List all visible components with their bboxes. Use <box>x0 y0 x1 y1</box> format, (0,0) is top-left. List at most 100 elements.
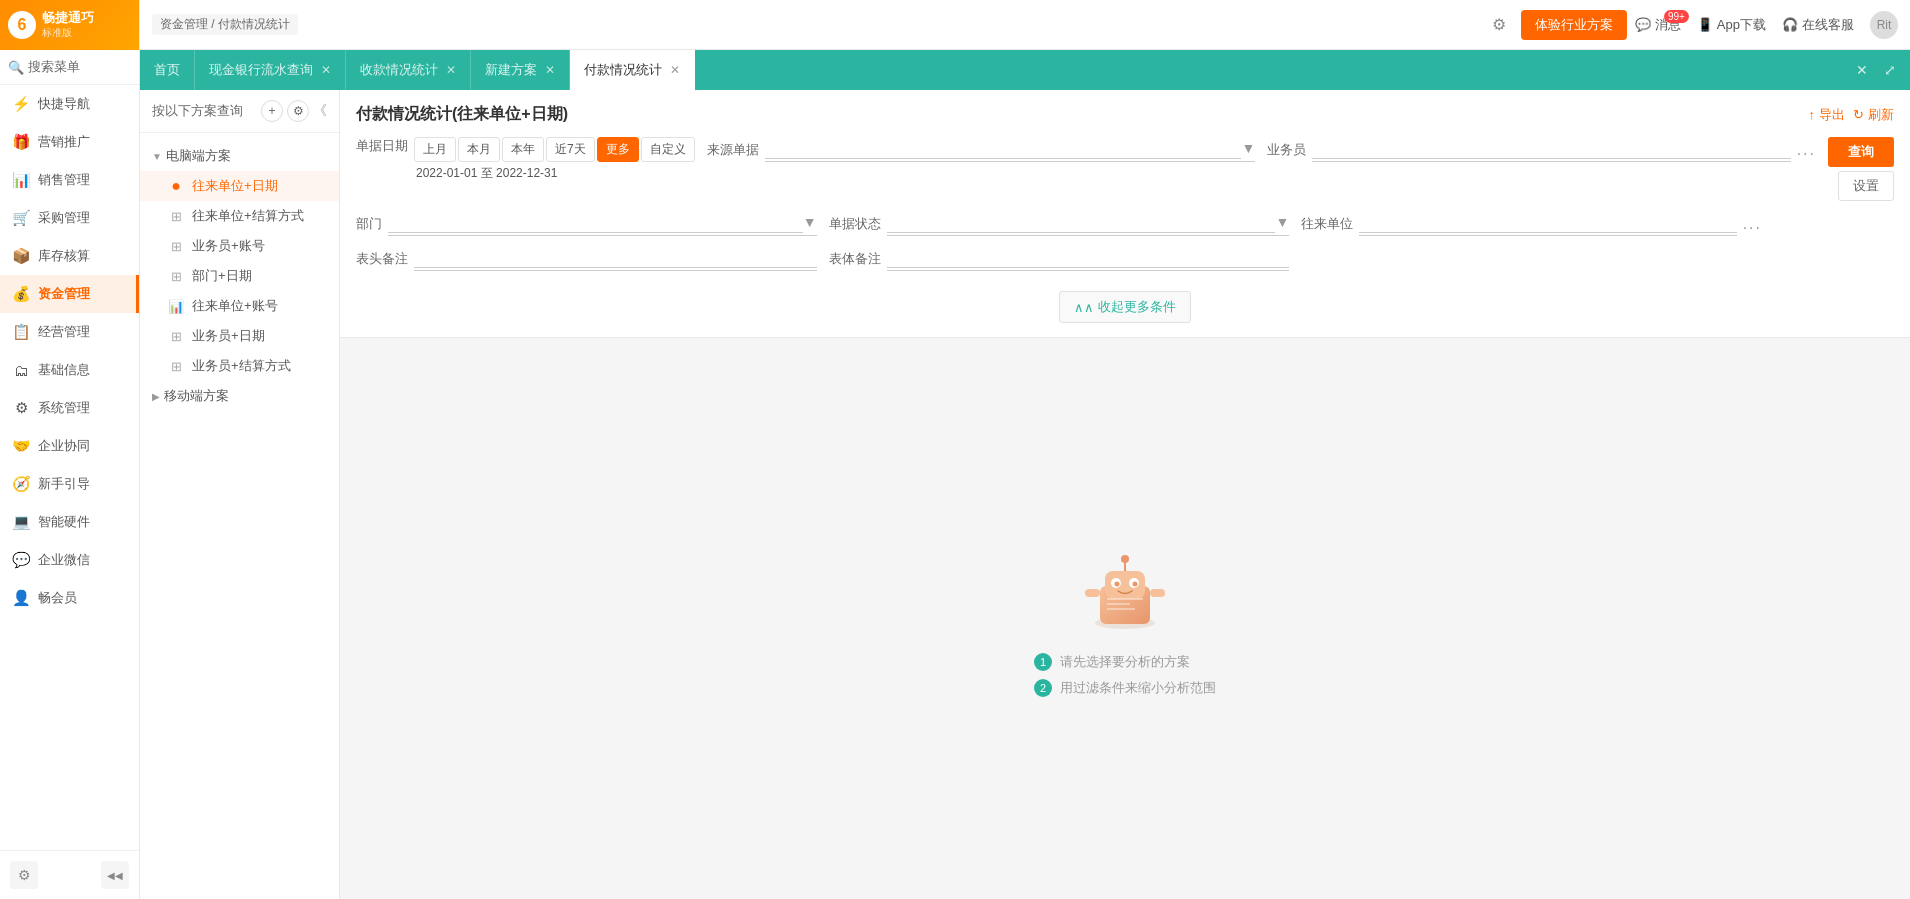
query-button[interactable]: 查询 <box>1828 137 1894 167</box>
empty-state: 1 请先选择要分析的方案 2 用过滤条件来缩小分析范围 <box>1034 541 1216 697</box>
source-input[interactable] <box>765 137 1242 159</box>
refresh-label: 刷新 <box>1868 106 1894 124</box>
trial-button[interactable]: 体验行业方案 <box>1521 10 1627 40</box>
sidebar-item-purchase[interactable]: 🛒 采购管理 <box>0 199 139 237</box>
data-area: 1 请先选择要分析的方案 2 用过滤条件来缩小分析范围 <box>340 338 1910 899</box>
home-label: 首页 <box>154 61 180 79</box>
partner-label: 往来单位 <box>1301 215 1353 233</box>
sidebar-item-hardware[interactable]: 💻 智能硬件 <box>0 503 139 541</box>
partner-date-label: 往来单位+日期 <box>192 177 327 195</box>
sidebar-item-system[interactable]: ⚙ 系统管理 <box>0 389 139 427</box>
sidebar-item-sales[interactable]: 📊 销售管理 <box>0 161 139 199</box>
sidebar-header: 6 畅捷通巧 标准版 <box>0 0 139 50</box>
partner-more-button[interactable]: ... <box>1743 215 1762 233</box>
date-btn-this-year[interactable]: 本年 <box>502 137 544 162</box>
salesman-more-button[interactable]: ... <box>1797 141 1816 159</box>
sidebar-item-label: 智能硬件 <box>38 513 90 531</box>
sidebar-item-operation[interactable]: 📋 经营管理 <box>0 313 139 351</box>
headset-icon: 🎧 <box>1782 17 1798 32</box>
refresh-button[interactable]: ↻ 刷新 <box>1853 106 1894 124</box>
sidebar-item-member[interactable]: 👤 畅会员 <box>0 579 139 617</box>
scheme-item-dept-date[interactable]: ⊞ 部门+日期 <box>140 261 339 291</box>
tab-collection-label: 收款情况统计 <box>360 61 438 79</box>
sidebar-item-funds[interactable]: 💰 资金管理 <box>0 275 139 313</box>
source-dropdown-icon[interactable]: ▼ <box>1241 140 1255 156</box>
tab-collection[interactable]: 收款情况统计 ✕ <box>346 50 471 90</box>
marketing-icon: 🎁 <box>12 133 30 151</box>
sidebar-item-basic[interactable]: 🗂 基础信息 <box>0 351 139 389</box>
tab-cash-flow[interactable]: 现金银行流水查询 ✕ <box>195 50 346 90</box>
sidebar-item-wechat[interactable]: 💬 企业微信 <box>0 541 139 579</box>
date-btn-custom[interactable]: 自定义 <box>641 137 695 162</box>
filter-settings-button[interactable]: 设置 <box>1838 171 1894 201</box>
empty-hints: 1 请先选择要分析的方案 2 用过滤条件来缩小分析范围 <box>1034 653 1216 697</box>
scheme-add-button[interactable]: + <box>261 100 283 122</box>
inventory-icon: 📦 <box>12 247 30 265</box>
desktop-group-header[interactable]: ▼ 电脑端方案 <box>140 141 339 171</box>
hint-num-2: 2 <box>1034 679 1052 697</box>
sidebar-item-quicknav[interactable]: ⚡ 快捷导航 <box>0 85 139 123</box>
partner-input[interactable] <box>1359 211 1736 233</box>
sidebar-item-collab[interactable]: 🤝 企业协同 <box>0 427 139 465</box>
tab-home[interactable]: 首页 <box>140 50 195 90</box>
scheme-panel-actions: + ⚙ 《 <box>261 100 327 122</box>
tab-collection-close[interactable]: ✕ <box>446 64 456 76</box>
scheme-item-partner-settle[interactable]: ⊞ 往来单位+结算方式 <box>140 201 339 231</box>
salesman-date-icon: ⊞ <box>168 328 184 344</box>
tab-payment-stat-close[interactable]: ✕ <box>670 64 680 76</box>
export-label: 导出 <box>1819 106 1845 124</box>
scheme-item-salesman-date[interactable]: ⊞ 业务员+日期 <box>140 321 339 351</box>
sidebar-item-guide[interactable]: 🧭 新手引导 <box>0 465 139 503</box>
date-btn-this-month[interactable]: 本月 <box>458 137 500 162</box>
message-button[interactable]: 💬 消息 99+ <box>1635 16 1681 34</box>
salesman-input[interactable] <box>1312 137 1790 159</box>
tabbar-spacer <box>695 50 1842 90</box>
user-avatar[interactable]: Rit <box>1870 11 1898 39</box>
online-service-button[interactable]: 🎧 在线客服 <box>1782 16 1854 34</box>
tab-new-scheme[interactable]: 新建方案 ✕ <box>471 50 570 90</box>
breadcrumb-text: 资金管理 / 付款情况统计 <box>152 14 298 35</box>
search-menu[interactable]: 🔍 搜索菜单 <box>0 50 139 85</box>
dept-input[interactable] <box>388 211 803 233</box>
topbar-settings-button[interactable]: ⚙ <box>1485 11 1513 39</box>
filter-area: 付款情况统计(往来单位+日期) ↑ 导出 ↻ 刷新 <box>340 90 1910 338</box>
sidebar-collapse-button[interactable]: ◀◀ <box>101 861 129 889</box>
scheme-collapse-button[interactable]: 《 <box>313 102 327 120</box>
scheme-item-partner-date[interactable]: ● 往来单位+日期 <box>140 171 339 201</box>
svg-rect-2 <box>1105 571 1145 599</box>
export-icon: ↑ <box>1809 107 1816 122</box>
tab-new-scheme-label: 新建方案 <box>485 61 537 79</box>
memo-header-input[interactable] <box>414 246 817 268</box>
tab-cash-flow-close[interactable]: ✕ <box>321 64 331 76</box>
partner-account-label: 往来单位+账号 <box>192 297 327 315</box>
date-btn-last-month[interactable]: 上月 <box>414 137 456 162</box>
sidebar-item-label: 畅会员 <box>38 589 77 607</box>
salesman-settle-label: 业务员+结算方式 <box>192 357 327 375</box>
tab-payment-stat[interactable]: 付款情况统计 ✕ <box>570 50 695 90</box>
mobile-group-header[interactable]: ▶ 移动端方案 <box>140 381 339 411</box>
tabbar-actions: ✕ ⤢ <box>1842 50 1910 90</box>
tab-expand-button[interactable]: ⤢ <box>1878 58 1902 82</box>
scheme-settings-button[interactable]: ⚙ <box>287 100 309 122</box>
voucher-status-input[interactable] <box>887 211 1276 233</box>
quicknav-icon: ⚡ <box>12 95 30 113</box>
scheme-item-salesman-account[interactable]: ⊞ 业务员+账号 <box>140 231 339 261</box>
scheme-item-salesman-settle[interactable]: ⊞ 业务员+结算方式 <box>140 351 339 381</box>
voucher-date-label: 单据日期 <box>356 137 408 155</box>
desktop-scheme-group: ▼ 电脑端方案 ● 往来单位+日期 ⊞ 往来单位+结算方式 ⊞ 业务员+账号 <box>140 141 339 381</box>
dept-dropdown-icon[interactable]: ▼ <box>803 214 817 230</box>
tab-new-scheme-close[interactable]: ✕ <box>545 64 555 76</box>
date-btn-last7[interactable]: 近7天 <box>546 137 595 162</box>
member-icon: 👤 <box>12 589 30 607</box>
scheme-item-partner-account[interactable]: 📊 往来单位+账号 <box>140 291 339 321</box>
export-button[interactable]: ↑ 导出 <box>1809 106 1846 124</box>
collapse-more-button[interactable]: ∧∧ 收起更多条件 <box>1059 291 1191 323</box>
tab-close-all-button[interactable]: ✕ <box>1850 58 1874 82</box>
sidebar-item-marketing[interactable]: 🎁 营销推广 <box>0 123 139 161</box>
voucher-status-dropdown-icon[interactable]: ▼ <box>1275 214 1289 230</box>
date-btn-more[interactable]: 更多 <box>597 137 639 162</box>
sidebar-settings-button[interactable]: ⚙ <box>10 861 38 889</box>
sidebar-item-inventory[interactable]: 📦 库存核算 <box>0 237 139 275</box>
app-download-button[interactable]: 📱 App下载 <box>1697 16 1766 34</box>
memo-body-input[interactable] <box>887 246 1290 268</box>
